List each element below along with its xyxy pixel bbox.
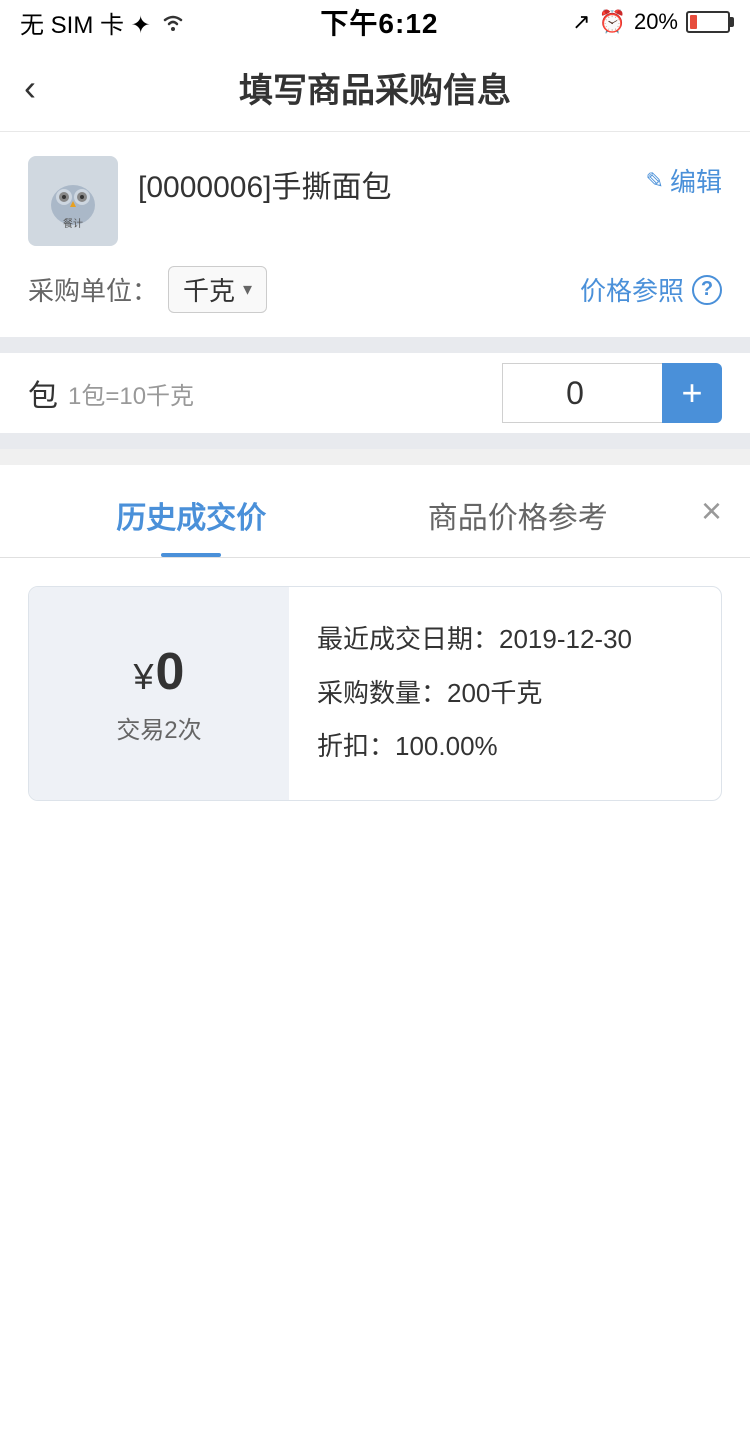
product-thumbnail: 餐计 xyxy=(28,156,118,246)
currency-symbol: ¥ xyxy=(134,656,154,697)
svg-text:餐计: 餐计 xyxy=(63,217,83,230)
history-card: ¥0 交易2次 最近成交日期：2019-12-30 采购数量：200千克 折扣：… xyxy=(28,586,722,801)
tab-history-price[interactable]: 历史成交价 xyxy=(28,465,354,557)
alarm-icon: ⏰ xyxy=(599,9,626,35)
tabs-section: 历史成交价 商品价格参考 × xyxy=(0,465,750,558)
tab-price-reference[interactable]: 商品价格参考 xyxy=(354,465,680,557)
nav-bar: ‹ 填写商品采购信息 xyxy=(0,44,750,132)
back-button[interactable]: ‹ xyxy=(24,67,36,109)
unit-label: 采购单位： 千克 ▾ xyxy=(28,266,267,313)
wifi-icon xyxy=(159,12,187,32)
recent-date-label: 最近成交日期： xyxy=(317,624,499,654)
quantity-input[interactable] xyxy=(502,363,662,423)
card-price-value: ¥0 xyxy=(134,642,185,702)
tabs-header: 历史成交价 商品价格参考 × xyxy=(0,465,750,557)
section-divider xyxy=(0,337,750,353)
unit-select-dropdown[interactable]: 千克 ▾ xyxy=(168,266,267,313)
sim-status: 无 SIM 卡 ✦ xyxy=(20,5,151,40)
status-right: ↗ ⏰ 20% xyxy=(572,9,730,35)
page-title: 填写商品采购信息 xyxy=(239,63,511,112)
package-icon: 包 xyxy=(28,371,58,415)
price-ref-info-icon: ? xyxy=(692,275,722,305)
status-left: 无 SIM 卡 ✦ xyxy=(20,5,187,40)
product-logo-icon: 餐计 xyxy=(43,171,103,231)
product-left: 餐计 [0000006]手撕面包 xyxy=(28,156,391,246)
product-section: 餐计 [0000006]手撕面包 ✎ 编辑 采购单位： 千克 ▾ 价格参照 ? xyxy=(0,132,750,337)
history-card-section: ¥0 交易2次 最近成交日期：2019-12-30 采购数量：200千克 折扣：… xyxy=(0,558,750,829)
battery-icon xyxy=(686,11,730,33)
edit-icon: ✎ xyxy=(646,168,664,194)
battery-percent: 20% xyxy=(634,9,678,35)
recent-date-value: 2019-12-30 xyxy=(499,624,632,654)
discount-label: 折扣： xyxy=(317,731,395,761)
chevron-down-icon: ▾ xyxy=(243,279,252,300)
quantity-plus-button[interactable]: + xyxy=(662,363,722,423)
status-bar: 无 SIM 卡 ✦ 下午6:12 ↗ ⏰ 20% xyxy=(0,0,750,44)
purchase-qty-row: 采购数量：200千克 xyxy=(317,673,693,715)
pkg-label: 包 1包=10千克 xyxy=(28,371,194,415)
price-ref-button[interactable]: 价格参照 ? xyxy=(580,271,722,308)
price-ref-label: 价格参照 xyxy=(580,271,684,308)
product-header: 餐计 [0000006]手撕面包 ✎ 编辑 xyxy=(28,156,722,246)
card-details: 最近成交日期：2019-12-30 采购数量：200千克 折扣：100.00% xyxy=(289,587,721,800)
discount-value: 100.00% xyxy=(395,731,498,761)
product-unit-row: 采购单位： 千克 ▾ 价格参照 ? xyxy=(28,266,722,313)
location-icon: ↗ xyxy=(572,9,590,35)
section-divider-2 xyxy=(0,433,750,449)
purchase-qty-value: 200千克 xyxy=(447,678,542,708)
purchase-qty-label: 采购数量： xyxy=(317,678,447,708)
card-price-summary: ¥0 交易2次 xyxy=(29,587,289,800)
discount-row: 折扣：100.00% xyxy=(317,726,693,768)
unit-select-value: 千克 xyxy=(183,271,235,308)
edit-label: 编辑 xyxy=(670,162,722,199)
product-name: [0000006]手撕面包 xyxy=(138,156,391,206)
status-time: 下午6:12 xyxy=(320,2,438,42)
recent-date-row: 最近成交日期：2019-12-30 xyxy=(317,619,693,661)
trade-count: 交易2次 xyxy=(116,710,201,745)
page-background-fill xyxy=(0,829,750,1429)
pkg-conversion-text: 1包=10千克 xyxy=(68,376,194,411)
tab-close-button[interactable]: × xyxy=(681,470,722,552)
unit-label-text: 采购单位： xyxy=(28,271,158,308)
quantity-section: 包 1包=10千克 + xyxy=(0,353,750,433)
edit-button[interactable]: ✎ 编辑 xyxy=(646,156,722,199)
price-number: 0 xyxy=(156,643,185,701)
quantity-control: + xyxy=(502,363,722,423)
